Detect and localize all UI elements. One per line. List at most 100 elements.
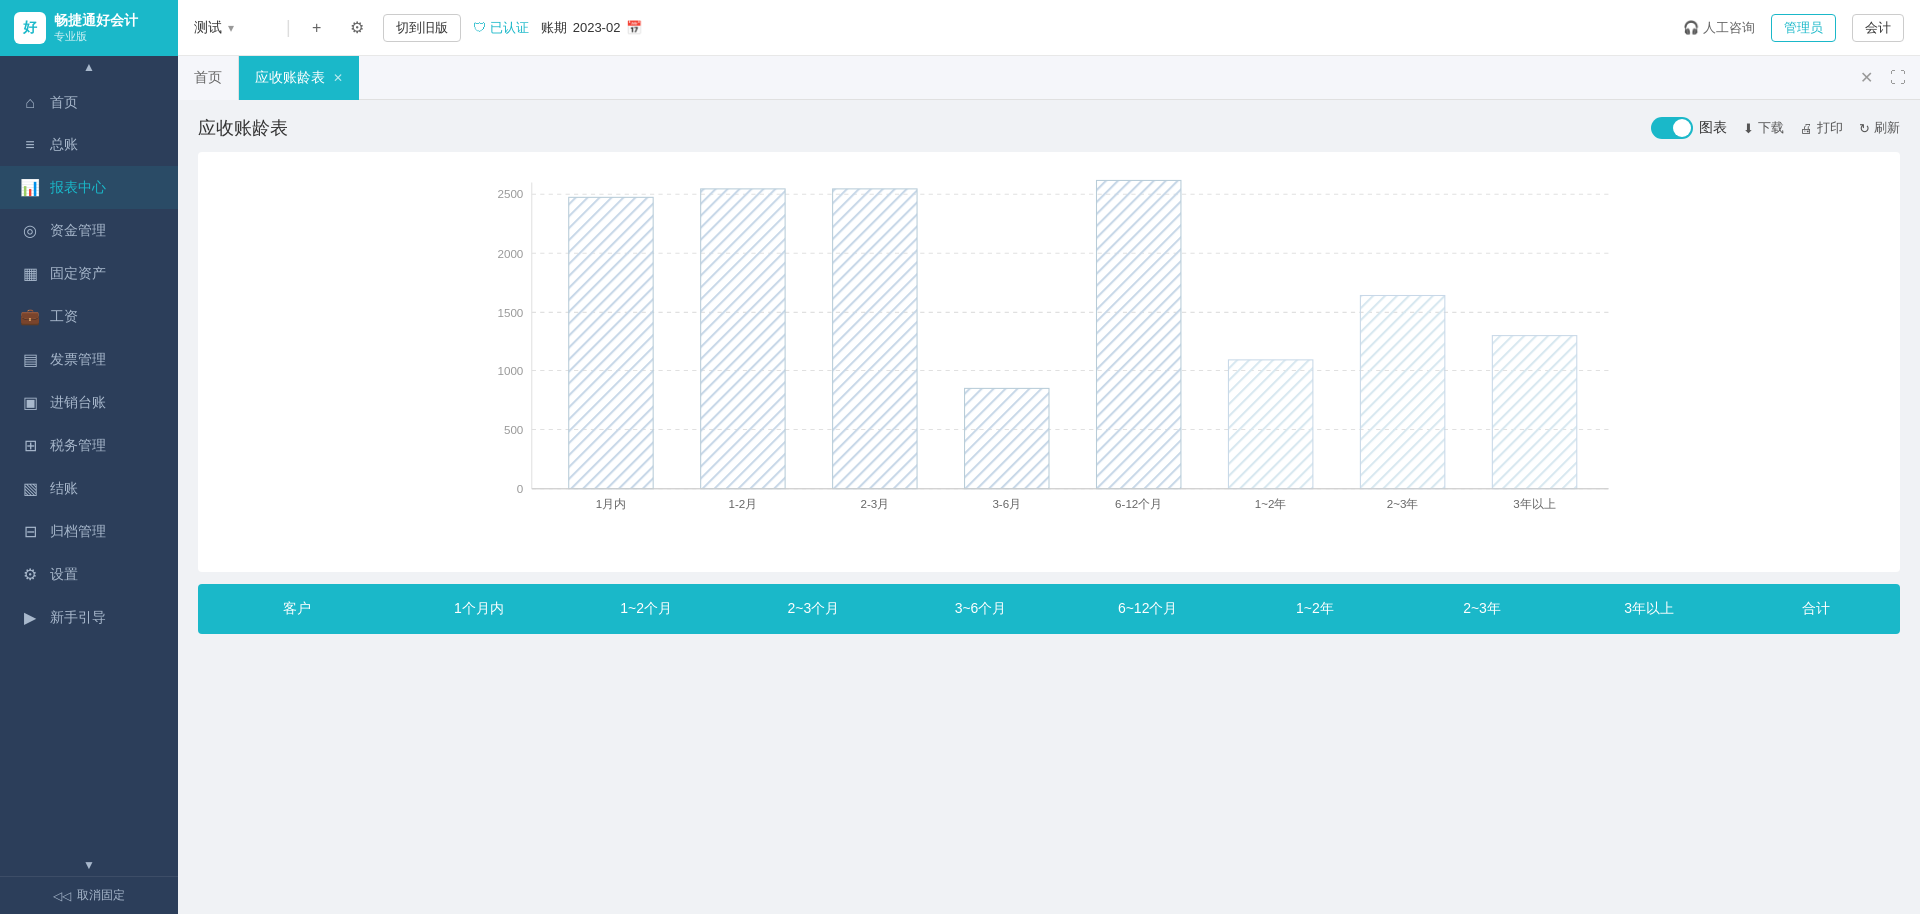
closing-icon: ▧ <box>20 479 40 498</box>
download-label: 下载 <box>1758 119 1784 137</box>
switch-track[interactable] <box>1651 117 1693 139</box>
sidebar: 好 畅捷通好会计 专业版 ▲ ⌂ 首页 ≡ 总账 📊 报表中心 ◎ 资金管理 ▦… <box>0 0 178 914</box>
tab-home-label: 首页 <box>194 69 222 87</box>
th-1-2month: 1~2个月 <box>563 584 730 634</box>
tab-close-icon[interactable]: ✕ <box>333 71 343 85</box>
svg-text:2-3月: 2-3月 <box>860 497 889 510</box>
tab-home[interactable]: 首页 <box>178 56 239 100</box>
sidebar-item-label-home: 首页 <box>50 94 78 112</box>
tab-aging[interactable]: 应收账龄表 ✕ <box>239 56 359 100</box>
svg-text:2000: 2000 <box>498 247 524 260</box>
sidebar-item-archive[interactable]: ⊟ 归档管理 <box>0 510 178 553</box>
download-icon: ⬇ <box>1743 121 1754 136</box>
bar-1-2月[interactable] <box>701 189 785 489</box>
topbar: 测试 ▾ | + ⚙ 切到旧版 🛡 已认证 账期 2023-02 📅 🎧 人工咨… <box>178 0 1920 56</box>
bar-3年以上[interactable] <box>1492 336 1576 489</box>
consult-button[interactable]: 🎧 人工咨询 <box>1683 19 1755 37</box>
gear-icon: ⚙ <box>350 18 364 37</box>
bar-2-3年[interactable] <box>1360 296 1444 489</box>
svg-text:3-6月: 3-6月 <box>992 497 1021 510</box>
sidebar-item-home[interactable]: ⌂ 首页 <box>0 82 178 124</box>
logo-text-block: 畅捷通好会计 专业版 <box>54 12 138 44</box>
bar-1月内[interactable] <box>569 197 653 488</box>
svg-text:1000: 1000 <box>498 364 524 377</box>
bar-3-6月[interactable] <box>965 388 1049 488</box>
user-button[interactable]: 管理员 <box>1771 14 1836 42</box>
cancel-fixed-btn[interactable]: ◁◁ 取消固定 <box>0 876 178 914</box>
th-total: 合计 <box>1733 584 1900 634</box>
content-inner: 应收账龄表 图表 ⬇ 下载 🖨 打印 <box>178 100 1920 650</box>
bar-2-3月[interactable] <box>833 189 917 489</box>
home-icon: ⌂ <box>20 94 40 112</box>
sidebar-item-guide[interactable]: ▶ 新手引导 <box>0 596 178 639</box>
tab-aging-label: 应收账龄表 <box>255 69 325 87</box>
table-header: 客户 1个月内 1~2个月 2~3个月 3~6个月 6~12个月 1~2年 2~… <box>198 584 1900 634</box>
assets-icon: ▦ <box>20 264 40 283</box>
topbar-right: 🎧 人工咨询 管理员 会计 <box>1683 14 1904 42</box>
sidebar-item-label-reports: 报表中心 <box>50 179 106 197</box>
table-container: 客户 1个月内 1~2个月 2~3个月 3~6个月 6~12个月 1~2年 2~… <box>198 584 1900 634</box>
print-button[interactable]: 🖨 打印 <box>1800 119 1843 137</box>
scroll-down-btn[interactable]: ▼ <box>0 854 178 876</box>
sidebar-item-closing[interactable]: ▧ 结账 <box>0 467 178 510</box>
switch-version-button[interactable]: 切到旧版 <box>383 14 461 42</box>
tab-expand-btn[interactable]: ⛶ <box>1884 64 1912 92</box>
ledger-icon: ≡ <box>20 136 40 154</box>
sidebar-item-tax[interactable]: ⊞ 税务管理 <box>0 424 178 467</box>
svg-text:3年以上: 3年以上 <box>1513 497 1555 510</box>
sidebar-item-settings[interactable]: ⚙ 设置 <box>0 553 178 596</box>
sidebar-item-label-funds: 资金管理 <box>50 222 106 240</box>
module-selector[interactable]: 测试 ▾ <box>194 19 274 37</box>
th-2-3year: 2~3年 <box>1398 584 1565 634</box>
app-edition: 专业版 <box>54 29 138 44</box>
period-label: 账期 <box>541 19 567 37</box>
th-3year-plus: 3年以上 <box>1566 584 1733 634</box>
sidebar-item-assets[interactable]: ▦ 固定资产 <box>0 252 178 295</box>
content-area: 应收账龄表 图表 ⬇ 下载 🖨 打印 <box>178 100 1920 914</box>
tabbar: 首页 应收账龄表 ✕ ✕ ⛶ <box>178 56 1920 100</box>
refresh-button[interactable]: ↻ 刷新 <box>1859 119 1900 137</box>
cancel-fixed-label: 取消固定 <box>77 887 125 904</box>
th-6-12month: 6~12个月 <box>1064 584 1231 634</box>
calendar-icon: 📅 <box>626 20 642 35</box>
refresh-icon: ↻ <box>1859 121 1870 136</box>
switch-version-label: 切到旧版 <box>396 20 448 35</box>
bar-chart-svg: 0 500 1000 1500 2000 2500 <box>218 172 1880 552</box>
chart-toggle[interactable]: 图表 <box>1651 117 1727 139</box>
print-icon: 🖨 <box>1800 121 1813 136</box>
sidebar-item-funds[interactable]: ◎ 资金管理 <box>0 209 178 252</box>
pin-icon: ◁◁ <box>53 889 71 903</box>
sidebar-item-label-tax: 税务管理 <box>50 437 106 455</box>
app-name: 畅捷通好会计 <box>54 12 138 29</box>
main-area: 测试 ▾ | + ⚙ 切到旧版 🛡 已认证 账期 2023-02 📅 🎧 人工咨… <box>178 0 1920 914</box>
add-button[interactable]: + <box>303 14 331 42</box>
period-value: 2023-02 <box>573 20 621 35</box>
sidebar-item-label-settings: 设置 <box>50 566 78 584</box>
th-2-3month: 2~3个月 <box>730 584 897 634</box>
sidebar-item-invoice[interactable]: ▤ 发票管理 <box>0 338 178 381</box>
settings-button[interactable]: ⚙ <box>343 14 371 42</box>
sidebar-item-ledger[interactable]: ≡ 总账 <box>0 124 178 166</box>
sidebar-item-sales[interactable]: ▣ 进销台账 <box>0 381 178 424</box>
role-button[interactable]: 会计 <box>1852 14 1904 42</box>
chart-toggle-label: 图表 <box>1699 119 1727 137</box>
download-button[interactable]: ⬇ 下载 <box>1743 119 1784 137</box>
app-logo[interactable]: 好 畅捷通好会计 专业版 <box>0 0 178 56</box>
scroll-up-btn[interactable]: ▲ <box>0 56 178 78</box>
sidebar-item-wages[interactable]: 💼 工资 <box>0 295 178 338</box>
tab-close-btn[interactable]: ✕ <box>1852 64 1880 92</box>
chart-container: 0 500 1000 1500 2000 2500 <box>198 152 1900 572</box>
bar-1-2年[interactable] <box>1228 360 1312 489</box>
sidebar-item-reports[interactable]: 📊 报表中心 <box>0 166 178 209</box>
reports-icon: 📊 <box>20 178 40 197</box>
bar-6-12月[interactable] <box>1097 180 1181 488</box>
tax-icon: ⊞ <box>20 436 40 455</box>
archive-icon: ⊟ <box>20 522 40 541</box>
sales-icon: ▣ <box>20 393 40 412</box>
sidebar-item-label-archive: 归档管理 <box>50 523 106 541</box>
th-1month: 1个月内 <box>395 584 562 634</box>
shield-icon: 🛡 <box>473 20 486 35</box>
svg-text:1-2月: 1-2月 <box>728 497 757 510</box>
logo-icon: 好 <box>14 12 46 44</box>
period-selector[interactable]: 账期 2023-02 📅 <box>541 19 643 37</box>
